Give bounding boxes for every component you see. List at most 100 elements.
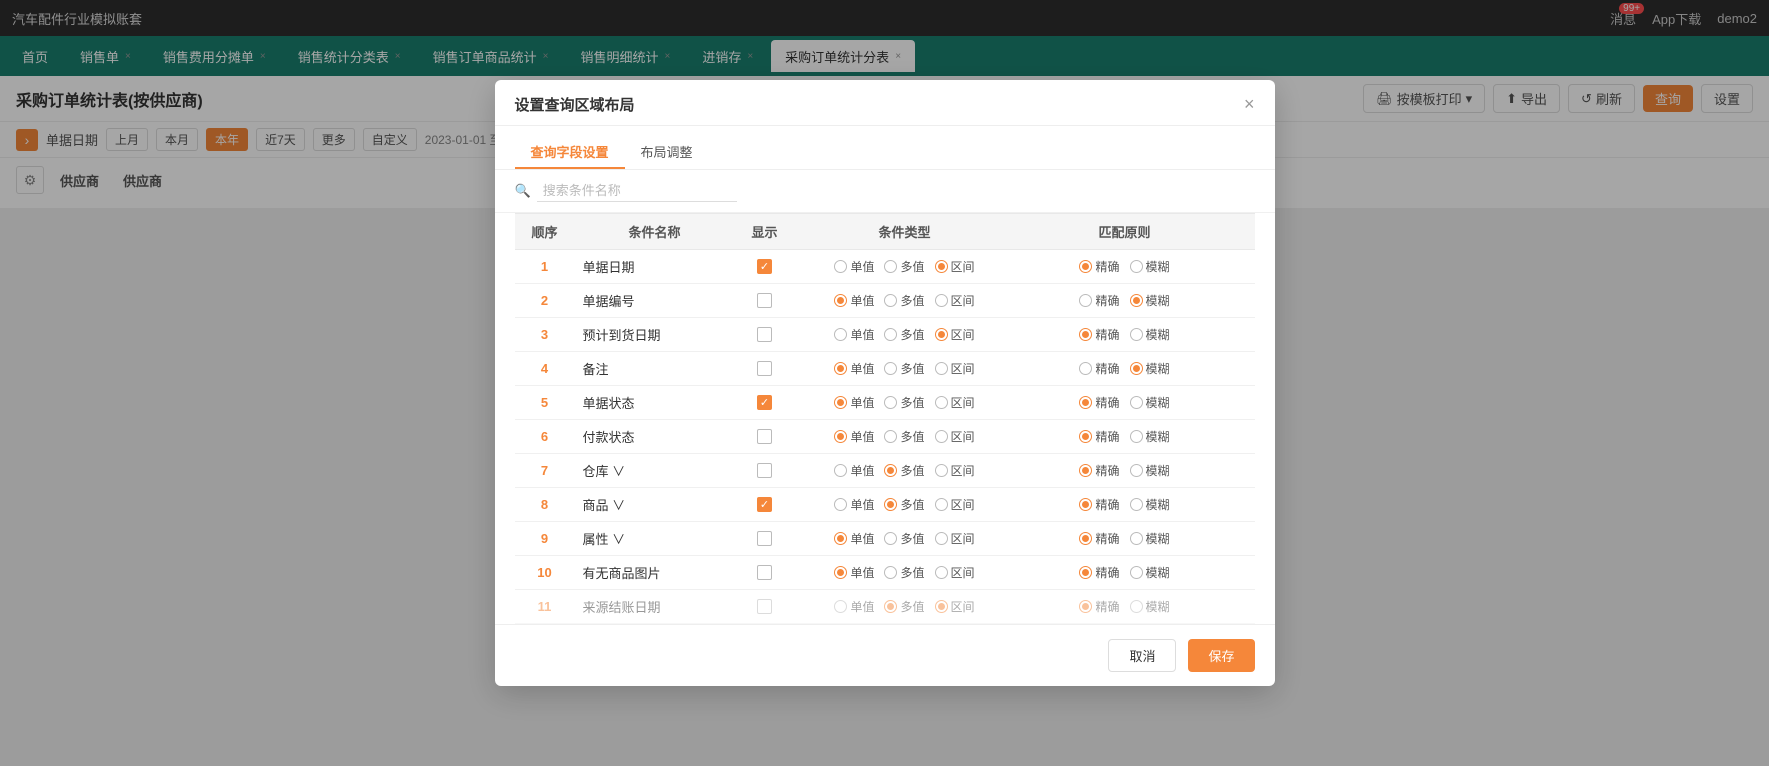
type-single-radio[interactable]: 单值: [834, 496, 874, 513]
match-exact-radio[interactable]: 精确: [1079, 258, 1119, 275]
match-fuzzy-radio[interactable]: 模糊: [1130, 530, 1170, 547]
table-row: 6 付款状态 单值 多值 区间 精确 模糊: [515, 420, 1255, 454]
match-fuzzy-radio[interactable]: 模糊: [1130, 598, 1170, 615]
match-fuzzy-radio[interactable]: 模糊: [1130, 462, 1170, 479]
match-fuzzy-radio[interactable]: 模糊: [1130, 360, 1170, 377]
row-order: 10: [515, 558, 575, 587]
type-range-radio[interactable]: 区间: [935, 496, 975, 513]
row-match: 精确 模糊: [1015, 353, 1235, 384]
match-fuzzy-radio[interactable]: 模糊: [1130, 326, 1170, 343]
display-checkbox[interactable]: [757, 599, 772, 614]
display-checkbox[interactable]: [757, 497, 772, 512]
display-checkbox[interactable]: [757, 531, 772, 546]
display-checkbox[interactable]: [757, 463, 772, 478]
type-range-radio[interactable]: 区间: [935, 564, 975, 581]
type-single-radio[interactable]: 单值: [834, 292, 874, 309]
type-range-radio[interactable]: 区间: [935, 530, 975, 547]
col-order: 顺序: [515, 214, 575, 249]
row-display[interactable]: [735, 320, 795, 349]
type-range-radio[interactable]: 区间: [935, 292, 975, 309]
display-checkbox[interactable]: [757, 429, 772, 444]
display-checkbox[interactable]: [757, 395, 772, 410]
match-exact-radio[interactable]: 精确: [1079, 292, 1119, 309]
type-single-radio[interactable]: 单值: [834, 564, 874, 581]
row-display[interactable]: [735, 388, 795, 417]
match-fuzzy-radio[interactable]: 模糊: [1130, 292, 1170, 309]
tab-query-fields[interactable]: 查询字段设置: [515, 136, 625, 169]
match-fuzzy-radio[interactable]: 模糊: [1130, 394, 1170, 411]
row-type: 单值 多值 区间: [795, 319, 1015, 350]
row-match: 精确 模糊: [1015, 251, 1235, 282]
type-range-radio[interactable]: 区间: [935, 360, 975, 377]
type-single-radio[interactable]: 单值: [834, 360, 874, 377]
type-multi-radio[interactable]: 多值: [884, 428, 924, 445]
match-fuzzy-radio[interactable]: 模糊: [1130, 258, 1170, 275]
match-fuzzy-radio[interactable]: 模糊: [1130, 564, 1170, 581]
match-exact-radio[interactable]: 精确: [1079, 428, 1119, 445]
display-checkbox[interactable]: [757, 327, 772, 342]
type-range-radio[interactable]: 区间: [935, 428, 975, 445]
row-display[interactable]: [735, 252, 795, 281]
type-single-radio[interactable]: 单值: [834, 394, 874, 411]
display-checkbox[interactable]: [757, 293, 772, 308]
row-name: 商品 ∨: [575, 488, 735, 521]
search-icon: 🔍: [515, 183, 531, 199]
display-checkbox[interactable]: [757, 565, 772, 580]
row-order: 2: [515, 286, 575, 315]
type-multi-radio[interactable]: 多值: [884, 394, 924, 411]
row-display[interactable]: [735, 558, 795, 587]
type-multi-radio[interactable]: 多值: [884, 326, 924, 343]
type-multi-radio[interactable]: 多值: [884, 360, 924, 377]
type-single-radio[interactable]: 单值: [834, 598, 874, 615]
type-single-radio[interactable]: 单值: [834, 530, 874, 547]
row-type: 单值 多值 区间: [795, 489, 1015, 520]
row-order: 3: [515, 320, 575, 349]
match-exact-radio[interactable]: 精确: [1079, 530, 1119, 547]
type-range-radio[interactable]: 区间: [935, 326, 975, 343]
type-single-radio[interactable]: 单值: [834, 258, 874, 275]
row-name: 属性 ∨: [575, 522, 735, 555]
row-display[interactable]: [735, 524, 795, 553]
tab-layout-adjust[interactable]: 布局调整: [625, 136, 709, 169]
match-fuzzy-radio[interactable]: 模糊: [1130, 428, 1170, 445]
match-exact-radio[interactable]: 精确: [1079, 462, 1119, 479]
cancel-button[interactable]: 取消: [1108, 639, 1176, 672]
type-multi-radio[interactable]: 多值: [884, 292, 924, 309]
match-exact-radio[interactable]: 精确: [1079, 360, 1119, 377]
type-multi-radio[interactable]: 多值: [884, 258, 924, 275]
search-input[interactable]: [537, 180, 737, 202]
row-display[interactable]: [735, 422, 795, 451]
type-range-radio[interactable]: 区间: [935, 462, 975, 479]
modal-header: 设置查询区域布局 ×: [495, 80, 1275, 126]
type-range-radio[interactable]: 区间: [935, 394, 975, 411]
row-display[interactable]: [735, 592, 795, 621]
save-button[interactable]: 保存: [1188, 639, 1254, 672]
type-multi-radio[interactable]: 多值: [884, 598, 924, 615]
type-multi-radio[interactable]: 多值: [884, 462, 924, 479]
type-multi-radio[interactable]: 多值: [884, 496, 924, 513]
type-range-radio[interactable]: 区间: [935, 258, 975, 275]
match-exact-radio[interactable]: 精确: [1079, 564, 1119, 581]
row-type: 单值 多值 区间: [795, 285, 1015, 316]
type-range-radio[interactable]: 区间: [935, 598, 975, 615]
row-match: 精确 模糊: [1015, 421, 1235, 452]
match-exact-radio[interactable]: 精确: [1079, 496, 1119, 513]
type-multi-radio[interactable]: 多值: [884, 564, 924, 581]
row-display[interactable]: [735, 286, 795, 315]
match-exact-radio[interactable]: 精确: [1079, 598, 1119, 615]
row-type: 单值 多值 区间: [795, 591, 1015, 622]
match-exact-radio[interactable]: 精确: [1079, 326, 1119, 343]
modal-tabs: 查询字段设置 布局调整: [495, 126, 1275, 170]
row-display[interactable]: [735, 354, 795, 383]
row-display[interactable]: [735, 456, 795, 485]
display-checkbox[interactable]: [757, 259, 772, 274]
display-checkbox[interactable]: [757, 361, 772, 376]
type-single-radio[interactable]: 单值: [834, 428, 874, 445]
modal-close-button[interactable]: ×: [1244, 94, 1255, 115]
row-display[interactable]: [735, 490, 795, 519]
match-exact-radio[interactable]: 精确: [1079, 394, 1119, 411]
type-single-radio[interactable]: 单值: [834, 326, 874, 343]
type-multi-radio[interactable]: 多值: [884, 530, 924, 547]
type-single-radio[interactable]: 单值: [834, 462, 874, 479]
match-fuzzy-radio[interactable]: 模糊: [1130, 496, 1170, 513]
